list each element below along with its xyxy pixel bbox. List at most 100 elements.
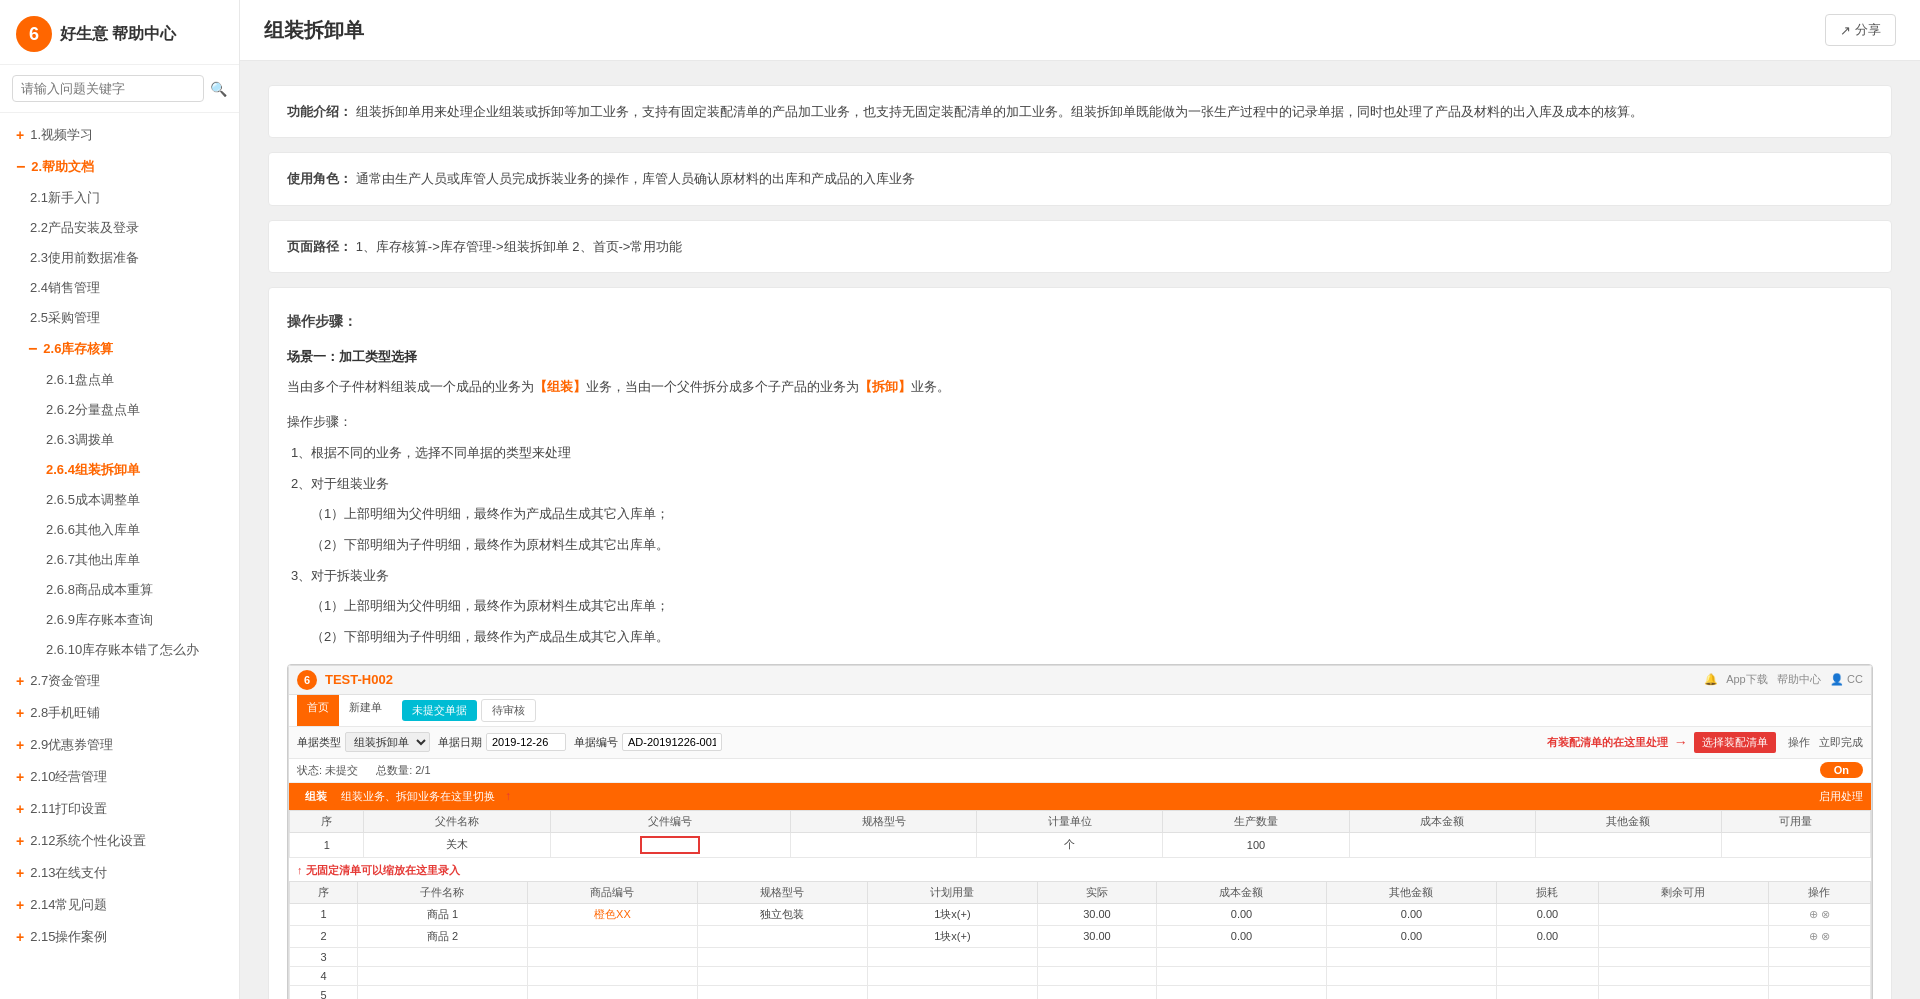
sidebar-item-docs-28[interactable]: + 2.8手机旺铺 <box>0 697 239 729</box>
sidebar-item-docs-213[interactable]: + 2.13在线支付 <box>0 857 239 889</box>
btn-confirm-label: 操作 立即完成 <box>1788 735 1863 750</box>
tab-pending[interactable]: 待审核 <box>481 699 536 722</box>
child-row-5: 5 <box>290 985 1871 999</box>
cc-cost-2: 0.00 <box>1157 925 1327 947</box>
search-input[interactable] <box>12 75 204 102</box>
sidebar-item-docs-24[interactable]: 2.4销售管理 <box>0 273 239 303</box>
cc-plan-1: 1块x(+) <box>867 903 1037 925</box>
annotation4-text: 无固定清单可以缩放在这里录入 <box>306 864 460 876</box>
app-topbar: 6 TEST-H002 🔔 App下载 帮助中心 👤 CC <box>289 666 1871 695</box>
qty-label: 总数量: 2/1 <box>376 763 430 778</box>
app-screenshot: 6 TEST-H002 🔔 App下载 帮助中心 👤 CC 首页 新建单 未提交… <box>288 665 1872 999</box>
sidebar-item-docs-215[interactable]: + 2.15操作案例 <box>0 921 239 953</box>
field-doc-date-label: 单据日期 <box>438 735 482 750</box>
app-logo: 6 <box>297 670 317 690</box>
cc-name-2: 商品 2 <box>357 925 527 947</box>
cc-other-1: 0.00 <box>1326 903 1496 925</box>
app-menu-home[interactable]: 首页 <box>297 695 339 726</box>
th-cost: 成本金额 <box>1349 810 1535 832</box>
sidebar-item-docs-label: 2.帮助文档 <box>31 158 94 176</box>
sidebar-item-docs-214-label: 2.14常见问题 <box>30 896 107 914</box>
sidebar-item-docs-29[interactable]: + 2.9优惠券管理 <box>0 729 239 761</box>
child-table-area: ↑ 无固定清单可以缩放在这里录入 序 子件名称 商品编号 规格型号 计划用 <box>289 860 1871 999</box>
cth-cost1: 成本金额 <box>1157 881 1327 903</box>
child-row-1: 1 商品 1 橙色XX 独立包装 1块x(+) 30.00 0.00 0.00 … <box>290 903 1871 925</box>
sidebar-item-docs-22[interactable]: 2.2产品安装及登录 <box>0 213 239 243</box>
sidebar-item-docs-263[interactable]: 2.6.3调拨单 <box>0 425 239 455</box>
sidebar-item-docs-262[interactable]: 2.6.2分量盘点单 <box>0 395 239 425</box>
sidebar-item-docs-266[interactable]: 2.6.6其他入库单 <box>0 515 239 545</box>
sidebar-item-docs-269[interactable]: 2.6.9库存账本查询 <box>0 605 239 635</box>
parent-row-1: 1 关木 个 100 <box>290 832 1871 857</box>
cc-actual-1: 30.00 <box>1037 903 1156 925</box>
step1: 1、根据不同的业务，选择不同单据的类型来处理 <box>287 441 1873 466</box>
function-intro-text: 组装拆卸单用来处理企业组装或拆卸等加工业务，支持有固定装配清单的产品加工业务，也… <box>356 104 1643 119</box>
th-spec: 规格型号 <box>791 810 977 832</box>
cell-prodqty-1: 100 <box>1163 832 1349 857</box>
sidebar-item-docs-26[interactable]: − 2.6库存核算 <box>0 333 239 365</box>
cth-plan: 计划用量 <box>867 881 1037 903</box>
doc-type-select[interactable]: 组装拆卸单 组装单 拆卸单 <box>345 732 430 752</box>
parent-num-input[interactable] <box>640 836 700 854</box>
cth-other1: 其他金额 <box>1326 881 1496 903</box>
status-label: 状态: 未提交 <box>297 763 358 778</box>
plus-icon-213: + <box>16 865 24 881</box>
sidebar-item-docs-214[interactable]: + 2.14常见问题 <box>0 889 239 921</box>
main-header: 组装拆卸单 ↗ 分享 <box>240 0 1920 61</box>
sidebar-item-docs-267[interactable]: 2.6.7其他出库单 <box>0 545 239 575</box>
app-menu-new[interactable]: 新建单 <box>339 695 392 726</box>
th-unit: 计量单位 <box>977 810 1163 832</box>
cell-name-1: 关木 <box>364 832 550 857</box>
annotation1-area: 有装配清单的在这里处理 → 选择装配清单 操作 立即完成 <box>1547 732 1863 753</box>
cc-plan-2: 1块x(+) <box>867 925 1037 947</box>
sidebar-item-docs-265[interactable]: 2.6.5成本调整单 <box>0 485 239 515</box>
sidebar-item-docs-212-label: 2.12系统个性化设置 <box>30 832 146 850</box>
plus-icon-29: + <box>16 737 24 753</box>
sidebar-item-docs-21[interactable]: 2.1新手入门 <box>0 183 239 213</box>
cc-cost-1: 0.00 <box>1157 903 1327 925</box>
content-body: 操作步骤： 场景一：加工类型选择 当由多个子件材料组装成一个成品的业务为【组装】… <box>268 287 1892 999</box>
doc-num-input[interactable] <box>622 733 722 751</box>
sidebar-item-docs-27[interactable]: + 2.7资金管理 <box>0 665 239 697</box>
sidebar-item-docs-2610[interactable]: 2.6.10库存账本错了怎么办 <box>0 635 239 665</box>
sidebar: 6 好生意 帮助中心 🔍 + 1.视频学习 − 2.帮助文档 2.1新手入门 2… <box>0 0 240 999</box>
arrow-right-icon: → <box>1674 734 1688 750</box>
on-badge[interactable]: On <box>1820 762 1863 778</box>
sidebar-item-video[interactable]: + 1.视频学习 <box>0 119 239 151</box>
child-row-2: 2 商品 2 1块x(+) 30.00 0.00 0.00 0.00 <box>290 925 1871 947</box>
sidebar-item-docs-212[interactable]: + 2.12系统个性化设置 <box>0 825 239 857</box>
on-label: On <box>1820 764 1863 776</box>
cc-seq-1: 1 <box>290 903 358 925</box>
cc-op-1[interactable]: ⊕ ⊗ <box>1768 903 1870 925</box>
sidebar-item-docs-210-label: 2.10经营管理 <box>30 768 107 786</box>
sidebar-item-docs-23[interactable]: 2.3使用前数据准备 <box>0 243 239 273</box>
minus-icon: − <box>16 159 25 175</box>
nav-section: + 1.视频学习 − 2.帮助文档 2.1新手入门 2.2产品安装及登录 2.3… <box>0 113 239 959</box>
cth-num: 商品编号 <box>527 881 697 903</box>
scenario1-title: 场景一：加工类型选择 <box>287 345 1873 370</box>
sidebar-item-docs-268[interactable]: 2.6.8商品成本重算 <box>0 575 239 605</box>
app-form-toolbar: 单据类型 组装拆卸单 组装单 拆卸单 单据日期 单据编 <box>289 727 1871 759</box>
cc-other-2: 0.00 <box>1326 925 1496 947</box>
sidebar-item-docs-261[interactable]: 2.6.1盘点单 <box>0 365 239 395</box>
doc-date-input[interactable] <box>486 733 566 751</box>
sidebar-item-docs-210[interactable]: + 2.10经营管理 <box>0 761 239 793</box>
field-doc-type: 单据类型 组装拆卸单 组装单 拆卸单 <box>297 732 430 752</box>
cth-seq: 序 <box>290 881 358 903</box>
cc-spec-1: 独立包装 <box>697 903 867 925</box>
btn-select-bom[interactable]: 选择装配清单 <box>1694 732 1776 753</box>
app-brand: TEST-H002 <box>325 672 393 687</box>
sidebar-item-video-label: 1.视频学习 <box>30 126 93 144</box>
sidebar-item-docs-25[interactable]: 2.5采购管理 <box>0 303 239 333</box>
share-button[interactable]: ↗ 分享 <box>1825 14 1896 46</box>
search-button[interactable]: 🔍 <box>210 81 227 97</box>
sidebar-item-docs-211[interactable]: + 2.11打印设置 <box>0 793 239 825</box>
highlight-assemble: 【组装】 <box>534 379 586 394</box>
cth-op: 操作 <box>1768 881 1870 903</box>
sidebar-item-docs[interactable]: − 2.帮助文档 <box>0 151 239 183</box>
annotation1-text: 有装配清单的在这里处理 <box>1547 735 1668 750</box>
sidebar-item-docs-264[interactable]: 2.6.4组装拆卸单 <box>0 455 239 485</box>
sidebar-item-docs-215-label: 2.15操作案例 <box>30 928 107 946</box>
tab-unsubmitted[interactable]: 未提交单据 <box>402 700 477 721</box>
cc-op-2[interactable]: ⊕ ⊗ <box>1768 925 1870 947</box>
